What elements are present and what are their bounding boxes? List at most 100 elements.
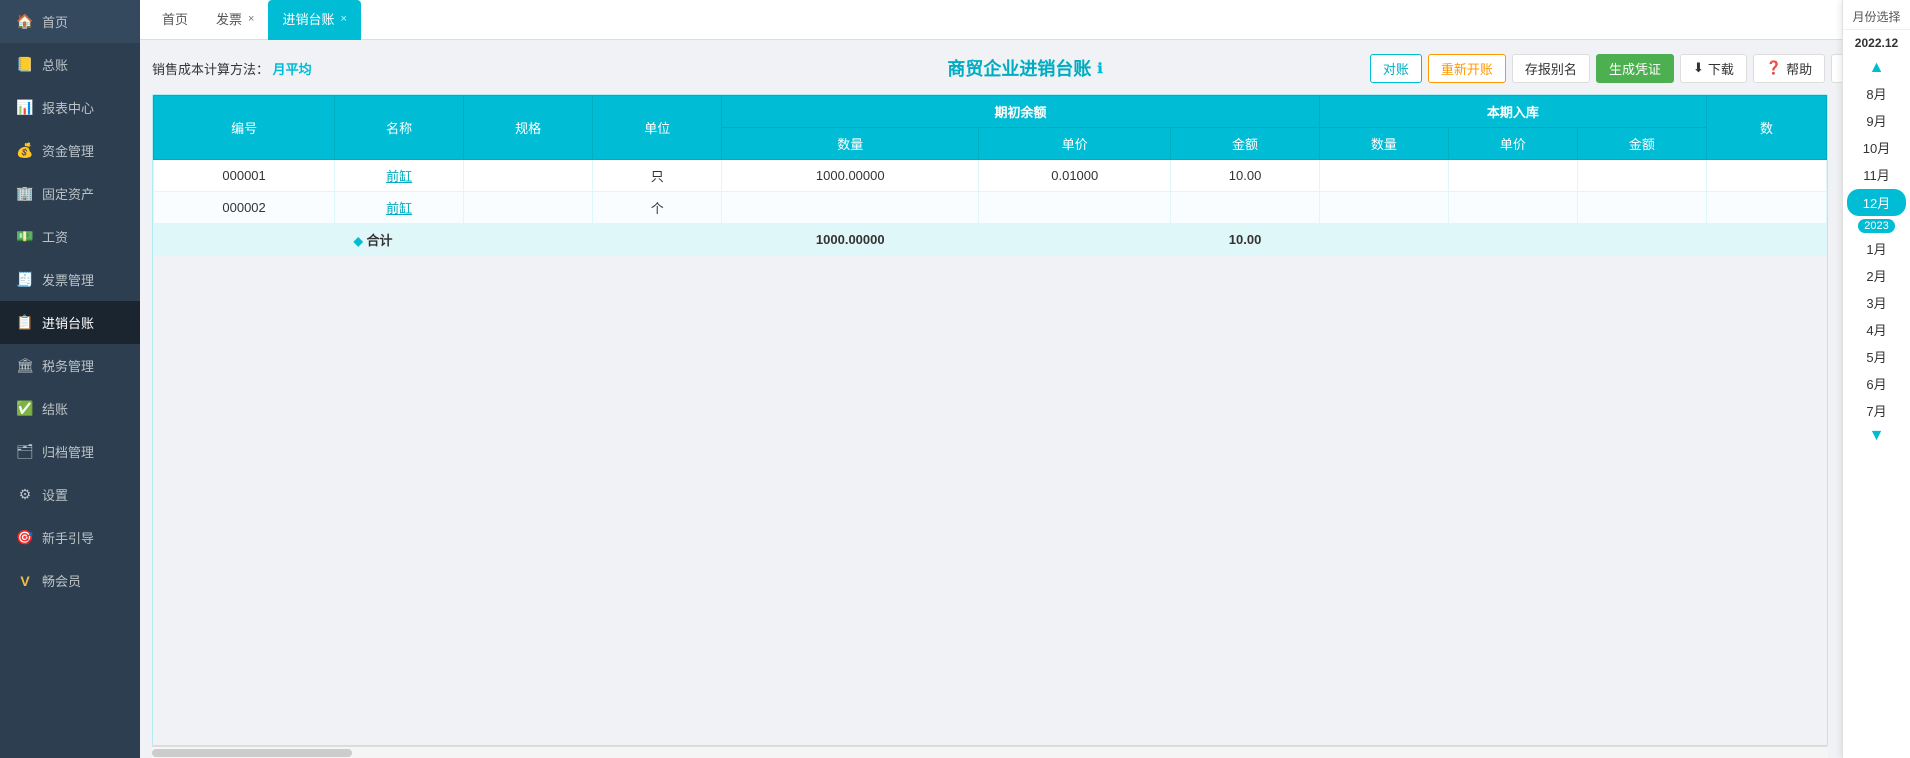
reconcile-button[interactable]: 对账 [1370, 54, 1422, 83]
month-item-11[interactable]: 11月 [1843, 161, 1910, 188]
page-title: 商贸企业进销台账 [947, 55, 1091, 81]
cell-opening-price-1: 0.01000 [979, 160, 1171, 192]
month-item-2[interactable]: 2月 [1843, 262, 1910, 289]
sidebar-item-label: 设置 [42, 485, 68, 504]
sidebar-item-report[interactable]: 📊 报表中心 [0, 86, 140, 129]
main-area: 首页 发票 × 进销台账 × ✕ ⤢ 销售成本计算方法： 月平均 商贸企业进销台… [140, 0, 1910, 758]
home-icon: 🏠 [16, 13, 34, 30]
total-in-price [1448, 224, 1577, 256]
scrollbar-thumb[interactable] [152, 749, 352, 757]
toolbar-center: 商贸企业进销台账 ℹ [947, 55, 1102, 81]
salary-icon: 💵 [16, 228, 34, 245]
tab-invoice[interactable]: 发票 × [202, 0, 268, 40]
sidebar-item-tax[interactable]: 🏛 税务管理 [0, 344, 140, 387]
help-button[interactable]: ❓ 帮助 [1753, 54, 1825, 83]
month-item-1[interactable]: 1月 [1843, 235, 1910, 262]
month-item-5[interactable]: 5月 [1843, 343, 1910, 370]
month-item-8[interactable]: 8月 [1843, 80, 1910, 107]
cell-opening-price-2 [979, 192, 1171, 224]
toolbar: 销售成本计算方法： 月平均 商贸企业进销台账 ℹ 对账 重新开账 存报别名 生成… [152, 50, 1898, 86]
year-2023-badge: 2023 [1858, 219, 1894, 233]
sidebar-item-guide[interactable]: 🎯 新手引导 [0, 516, 140, 559]
sidebar-item-label: 发票管理 [42, 270, 94, 289]
reopen-button[interactable]: 重新开账 [1428, 54, 1506, 83]
month-item-9[interactable]: 9月 [1843, 107, 1910, 134]
total-label: 合计 [367, 233, 393, 248]
month-item-4[interactable]: 4月 [1843, 316, 1910, 343]
th-in-qty: 数量 [1319, 128, 1448, 160]
sidebar-item-stock[interactable]: 📋 进销台账 [0, 301, 140, 344]
sidebar-item-label: 首页 [42, 12, 68, 31]
cell-opening-qty-1: 1000.00000 [722, 160, 979, 192]
toolbar-left: 销售成本计算方法： 月平均 [152, 59, 1370, 78]
total-unit [593, 224, 722, 256]
sidebar-item-close[interactable]: ✅ 结账 [0, 387, 140, 430]
sidebar-item-fund[interactable]: 💰 资金管理 [0, 129, 140, 172]
th-opening-qty: 数量 [722, 128, 979, 160]
cell-in-amount-1 [1577, 160, 1706, 192]
report-icon: 📊 [16, 99, 34, 116]
sidebar-item-label: 结账 [42, 399, 68, 418]
stock-table: 编号 名称 规格 单位 期初余额 本期入库 数 数量 单价 金额 数量 单价 [153, 95, 1827, 256]
cell-in-qty-1 [1319, 160, 1448, 192]
sidebar-item-label: 报表中心 [42, 98, 94, 117]
sidebar-item-archive[interactable]: 🗂 归档管理 [0, 430, 140, 473]
cell-last-1 [1706, 160, 1826, 192]
month-item-10[interactable]: 10月 [1843, 134, 1910, 161]
tab-invoice-label: 发票 [216, 9, 242, 28]
total-opening-price [979, 224, 1171, 256]
asset-icon: 🏢 [16, 185, 34, 202]
sidebar-item-settings[interactable]: ⚙ 设置 [0, 473, 140, 516]
th-unit: 单位 [593, 96, 722, 160]
sidebar-item-label: 固定资产 [42, 184, 94, 203]
sidebar-item-home[interactable]: 🏠 首页 [0, 0, 140, 43]
sidebar-item-label: 总账 [42, 55, 68, 74]
sidebar-item-label: 新手引导 [42, 528, 94, 547]
total-in-qty [1319, 224, 1448, 256]
th-code: 编号 [154, 96, 335, 160]
total-opening-amount: 10.00 [1171, 224, 1320, 256]
th-in-price: 单价 [1448, 128, 1577, 160]
download-icon: ⬇ [1693, 60, 1704, 76]
month-item-6[interactable]: 6月 [1843, 370, 1910, 397]
month-item-3[interactable]: 3月 [1843, 289, 1910, 316]
cell-in-price-2 [1448, 192, 1577, 224]
vip-icon: V [16, 573, 34, 589]
download-button[interactable]: ⬇ 下载 [1680, 54, 1747, 83]
tab-stock[interactable]: 进销台账 × [268, 0, 360, 40]
month-item-12[interactable]: 12月 [1847, 189, 1906, 216]
cell-opening-qty-2 [722, 192, 979, 224]
sidebar-item-asset[interactable]: 🏢 固定资产 [0, 172, 140, 215]
cell-unit-2: 个 [593, 192, 722, 224]
total-label-cell: ◆ 合计 [154, 224, 593, 256]
generate-voucher-button[interactable]: 生成凭证 [1596, 54, 1674, 83]
sidebar-item-vip[interactable]: V 畅会员 [0, 559, 140, 602]
sidebar-item-invoice-mgmt[interactable]: 🧾 发票管理 [0, 258, 140, 301]
sidebar-item-label: 资金管理 [42, 141, 94, 160]
horizontal-scrollbar[interactable] [152, 746, 1828, 758]
current-year-display: 2022.12 [1843, 32, 1910, 54]
month-nav-up[interactable]: ▲ [1865, 56, 1889, 80]
cell-code-2: 000002 [154, 192, 335, 224]
toolbar-right: 对账 重新开账 存报别名 生成凭证 ⬇ 下载 ❓ 帮助 ↺ 刷新 [1370, 54, 1898, 83]
tab-stock-close[interactable]: × [340, 13, 346, 25]
month-item-7[interactable]: 7月 [1843, 397, 1910, 424]
info-icon[interactable]: ℹ [1097, 60, 1102, 77]
invoice-mgmt-icon: 🧾 [16, 271, 34, 288]
cell-last-2 [1706, 192, 1826, 224]
archive-icon: 🗂 [16, 443, 34, 460]
th-current-in: 本期入库 [1319, 96, 1706, 128]
month-nav-down[interactable]: ▼ [1865, 424, 1889, 448]
cell-in-amount-2 [1577, 192, 1706, 224]
th-opening-amount: 金额 [1171, 128, 1320, 160]
tab-bar: 首页 发票 × 进销台账 × ✕ ⤢ [140, 0, 1910, 40]
month-panel: 月份选择 2022.12 ▲ 8月 9月 10月 11月 12月 2023 1月… [1842, 0, 1910, 758]
tab-home[interactable]: 首页 [148, 0, 202, 40]
settings-icon: ⚙ [16, 486, 34, 503]
table-wrapper: 编号 名称 规格 单位 期初余额 本期入库 数 数量 单价 金额 数量 单价 [152, 94, 1828, 746]
sidebar-item-ledger[interactable]: 📒 总账 [0, 43, 140, 86]
tab-invoice-close[interactable]: × [248, 13, 254, 25]
save-alias-button[interactable]: 存报别名 [1512, 54, 1590, 83]
sidebar-item-salary[interactable]: 💵 工资 [0, 215, 140, 258]
stock-icon: 📋 [16, 314, 34, 331]
